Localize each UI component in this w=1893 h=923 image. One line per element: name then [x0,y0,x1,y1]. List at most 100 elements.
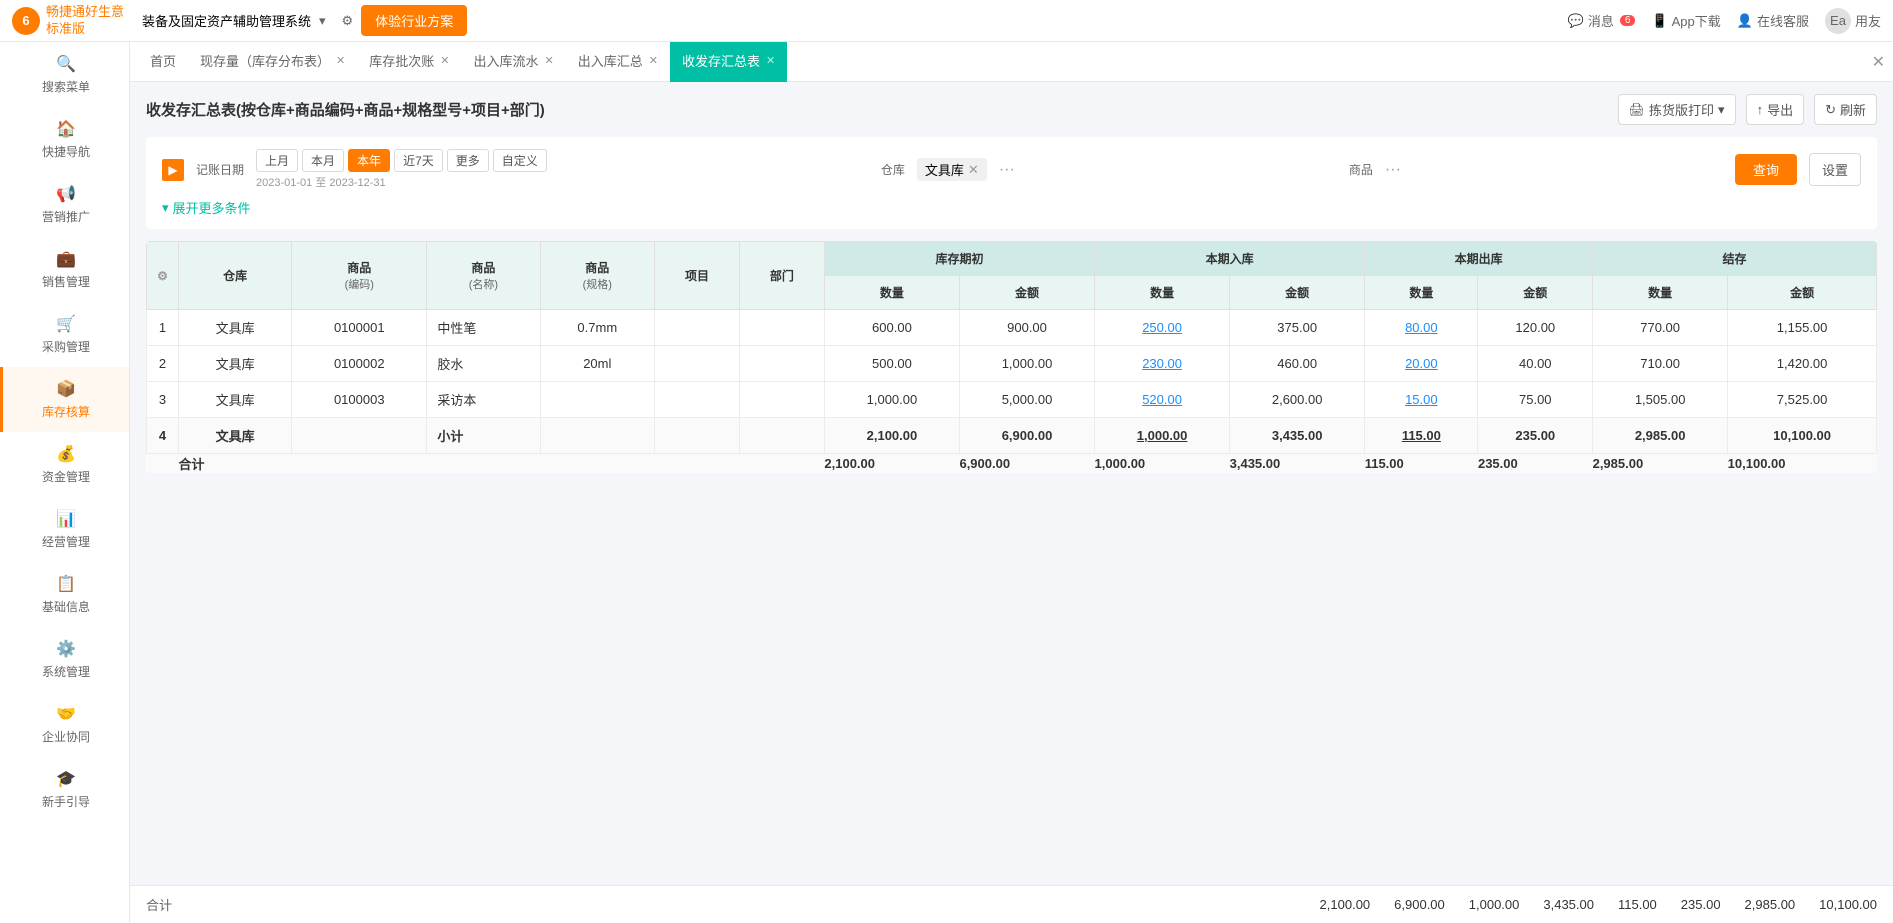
bottom-total-label: 合计 [146,895,172,914]
query-btn[interactable]: 查询 [1735,154,1797,185]
table-row: 2 文具库 0100002 胶水 20ml 500.00 1,000.00 23… [147,346,1877,382]
th-out-group: 本期出库 [1365,242,1593,276]
date-btn-7days[interactable]: 近7天 [394,149,443,172]
sidebar-item-sales[interactable]: 💼 销售管理 [0,237,129,302]
sidebar-item-basic[interactable]: 📋 基础信息 [0,562,129,627]
cell-in-qty[interactable]: 230.00 [1095,346,1230,382]
date-btn-more[interactable]: 更多 [447,149,489,172]
warehouse-remove-btn[interactable]: ✕ [968,162,979,178]
tab-close-in-out-flow[interactable]: ✕ [545,54,554,67]
system-dropdown-icon[interactable]: ▾ [319,13,326,29]
purchase-icon: 🛒 [56,314,76,334]
try-btn[interactable]: 体验行业方案 [361,5,467,36]
cell-project [655,346,740,382]
logo-text: 畅捷通好生意 标准版 [46,4,124,38]
page-title: 收发存汇总表(按仓库+商品编码+商品+规格型号+项目+部门) [146,99,545,120]
sidebar-item-finance[interactable]: 💰 资金管理 [0,432,129,497]
data-table: ⚙ 仓库 商品(编码) 商品(名称) 商品(规格) 项目 部门 库存期初 本期入… [146,241,1877,473]
cell-goods-spec: 0.7mm [540,310,655,346]
cell-opening-amt: 6,900.00 [959,418,1094,454]
th-out-amt: 金额 [1478,276,1593,310]
cell-balance-qty: 710.00 [1593,346,1728,382]
cell-out-qty[interactable]: 15.00 [1365,382,1478,418]
filter-row: ▶ 记账日期 上月 本月 本年 近7天 更多 自定义 2023-01-01 至 … [162,149,1861,190]
bottom-balance-qty: 2,985.00 [1745,897,1796,912]
filter-collapse-btn[interactable]: ▶ [162,159,184,181]
tab-in-out-flow[interactable]: 出入库流水 ✕ [461,42,565,82]
tab-close-in-out-summary[interactable]: ✕ [649,54,658,67]
tab-close-receive-send[interactable]: ✕ [766,54,775,67]
app-download-icon: 📱 [1651,13,1667,29]
tab-close-all-icon[interactable]: ✕ [1872,52,1885,72]
bottom-in-amt: 3,435.00 [1543,897,1594,912]
th-balance-group: 结存 [1593,242,1877,276]
message-btn[interactable]: 💬 消息 6 [1568,11,1636,30]
th-opening-group: 库存期初 [824,242,1094,276]
page-header: 收发存汇总表(按仓库+商品编码+商品+规格型号+项目+部门) 🖨 拣货版打印 ▾… [146,94,1877,125]
total-row: 合计 2,100.00 6,900.00 1,000.00 3,435.00 1… [147,454,1877,474]
cell-balance-qty: 770.00 [1593,310,1728,346]
cell-goods-spec: 20ml [540,346,655,382]
sidebar-item-marketing[interactable]: 📢 营销推广 [0,172,129,237]
cell-goods-code: 0100003 [292,382,427,418]
bottom-bar: 合计 2,100.00 6,900.00 1,000.00 3,435.00 1… [130,885,1893,923]
marketing-icon: 📢 [56,184,76,204]
cell-department [739,346,824,382]
tab-close-inventory-dist[interactable]: ✕ [336,54,345,67]
sidebar-item-quick-nav[interactable]: 🏠 快捷导航 [0,107,129,172]
cell-opening-amt: 5,000.00 [959,382,1094,418]
cell-in-qty[interactable]: 1,000.00 [1095,418,1230,454]
date-btn-this-month[interactable]: 本月 [302,149,344,172]
date-btn-this-year[interactable]: 本年 [348,149,390,172]
tab-close-batch-ledger[interactable]: ✕ [440,54,449,67]
date-btn-custom[interactable]: 自定义 [493,149,547,172]
cell-in-qty[interactable]: 250.00 [1095,310,1230,346]
expand-more-btn[interactable]: ▾ 展开更多条件 [162,198,1861,217]
tab-home[interactable]: 首页 [138,42,188,82]
cell-out-amt: 40.00 [1478,346,1593,382]
refresh-btn[interactable]: ↻ 刷新 [1814,94,1877,125]
bottom-in-qty: 1,000.00 [1469,897,1520,912]
tab-receive-send-summary[interactable]: 收发存汇总表 ✕ [670,42,787,82]
refresh-icon: ↻ [1825,102,1836,118]
export-btn[interactable]: ↑ 导出 [1746,94,1805,125]
date-btn-last-month[interactable]: 上月 [256,149,298,172]
cell-in-qty[interactable]: 520.00 [1095,382,1230,418]
sidebar-item-inventory[interactable]: 📦 库存核算 [0,367,129,432]
cell-out-qty[interactable]: 80.00 [1365,310,1478,346]
sidebar-item-operation[interactable]: 📊 经营管理 [0,497,129,562]
table-settings-col[interactable]: ⚙ [147,242,179,310]
cell-no: 4 [147,418,179,454]
cell-out-qty[interactable]: 20.00 [1365,346,1478,382]
goods-more-icon[interactable]: ··· [1385,161,1401,179]
online-service-btn[interactable]: 👤 在线客服 [1737,11,1809,30]
logo-area: 6 畅捷通好生意 标准版 [12,4,142,38]
tab-in-out-summary[interactable]: 出入库汇总 ✕ [566,42,670,82]
tab-inventory-dist[interactable]: 现存量（库存分布表） ✕ [188,42,357,82]
cell-in-amt: 2,600.00 [1230,382,1365,418]
message-badge: 6 [1620,15,1636,26]
sidebar-item-guide[interactable]: 🎓 新手引导 [0,757,129,822]
warehouse-more-icon[interactable]: ··· [999,161,1015,179]
content-area: 首页 现存量（库存分布表） ✕ 库存批次账 ✕ 出入库流水 ✕ 出入库汇总 ✕ … [130,42,1893,923]
total-in-amt: 3,435.00 [1230,454,1365,474]
sidebar-item-search[interactable]: 🔍 搜索菜单 [0,42,129,107]
sidebar-item-purchase[interactable]: 🛒 采购管理 [0,302,129,367]
system-name: 装备及固定资产辅助管理系统 [142,11,311,30]
settings-icon[interactable]: ⚙ [342,13,354,29]
cell-out-qty[interactable]: 115.00 [1365,418,1478,454]
filter-settings-btn[interactable]: 设置 [1809,153,1861,186]
print-template-btn[interactable]: 🖨 拣货版打印 ▾ [1618,94,1736,125]
expand-icon: ▾ [162,200,169,216]
sidebar-item-corp[interactable]: 🤝 企业协同 [0,692,129,757]
cell-balance-amt: 10,100.00 [1728,418,1877,454]
app-download-btn[interactable]: 📱 App下载 [1651,11,1720,30]
total-balance-amt: 10,100.00 [1728,454,1877,474]
th-opening-qty: 数量 [824,276,959,310]
cell-department [739,310,824,346]
tab-batch-ledger[interactable]: 库存批次账 ✕ [357,42,461,82]
user-btn[interactable]: Ea 用友 [1825,8,1881,34]
sidebar-item-system[interactable]: ⚙️ 系统管理 [0,627,129,692]
cell-balance-amt: 1,420.00 [1728,346,1877,382]
sidebar: 🔍 搜索菜单 🏠 快捷导航 📢 营销推广 💼 销售管理 🛒 采购管理 📦 库存核… [0,42,130,923]
